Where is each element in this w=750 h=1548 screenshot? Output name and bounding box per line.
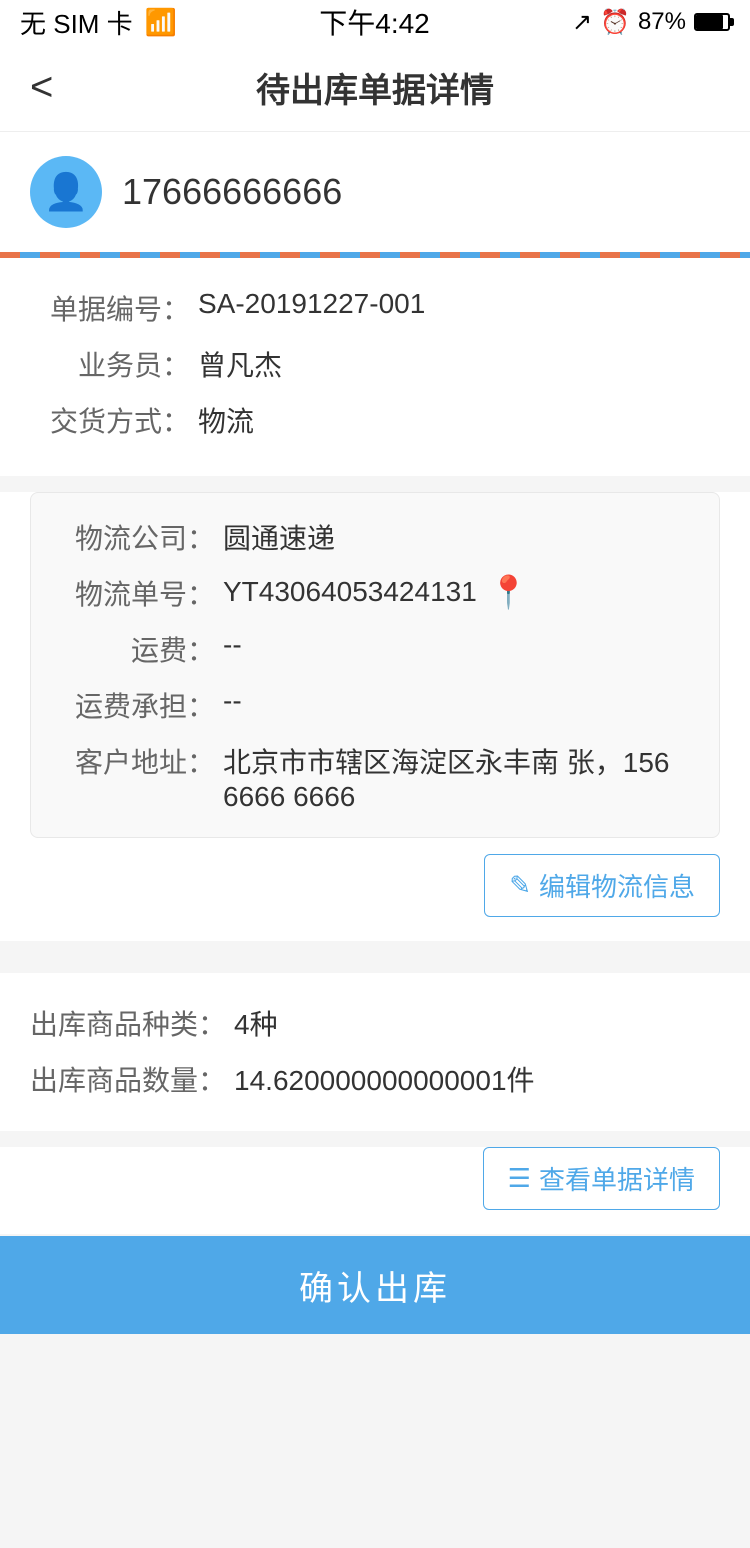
logistics-freight-row: 运费： --	[55, 629, 695, 669]
user-phone: 17666666666	[122, 171, 342, 213]
logistics-company-row: 物流公司： 圆通速递	[55, 517, 695, 557]
avatar: 👤	[30, 156, 102, 228]
document-number-row: 单据编号： SA-20191227-001	[30, 288, 720, 328]
view-detail-row: ☰ 查看单据详情	[0, 1147, 750, 1234]
confirm-label: 确认出库	[299, 1261, 451, 1310]
wifi-icon: 📶	[145, 7, 177, 38]
logistics-tracking-label: 物流单号：	[55, 573, 215, 613]
logistics-freight-bearer-value: --	[223, 685, 695, 717]
content-area: 👤 17666666666 单据编号： SA-20191227-001 业务员：…	[0, 132, 750, 1548]
logistics-freight-bearer-label: 运费承担：	[55, 685, 215, 725]
goods-quantity-label: 出库商品数量：	[30, 1059, 226, 1099]
status-time: 下午4:42	[319, 2, 430, 42]
edit-logistics-label: 编辑物流信息	[539, 867, 695, 904]
document-number-value: SA-20191227-001	[198, 288, 720, 320]
battery-text: 87%	[638, 8, 686, 36]
logistics-freight-label: 运费：	[55, 629, 215, 669]
goods-type-row: 出库商品种类： 4种	[30, 1003, 720, 1043]
view-detail-label: 查看单据详情	[539, 1160, 695, 1197]
goods-quantity-row: 出库商品数量： 14.620000000000001件	[30, 1059, 720, 1099]
basic-info-section: 单据编号： SA-20191227-001 业务员： 曾凡杰 交货方式： 物流	[0, 258, 750, 476]
delivery-method-label: 交货方式：	[30, 400, 190, 440]
carrier-text: 无 SIM 卡	[20, 4, 133, 41]
view-detail-button[interactable]: ☰ 查看单据详情	[483, 1147, 720, 1210]
logistics-freight-value: --	[223, 629, 695, 661]
logistics-address-label: 客户地址：	[55, 741, 215, 781]
map-pin-icon[interactable]: 📍	[489, 573, 529, 611]
delivery-method-value: 物流	[198, 400, 720, 440]
user-section: 👤 17666666666	[0, 132, 750, 252]
logistics-company-value: 圆通速递	[223, 517, 695, 557]
location-icon: ↗	[572, 8, 592, 37]
status-bar: 无 SIM 卡 📶 下午4:42 ↗ ⏰ 87%	[0, 0, 750, 44]
view-detail-icon: ☰	[508, 1163, 531, 1194]
confirm-button[interactable]: 确认出库	[0, 1236, 750, 1334]
logistics-tracking-value: YT43064053424131 📍	[223, 573, 695, 611]
edit-icon: ✎	[509, 870, 531, 901]
logistics-address-row: 客户地址： 北京市市辖区海淀区永丰南 张，156 6666 6666	[55, 741, 695, 813]
logistics-card: 物流公司： 圆通速递 物流单号： YT43064053424131 📍 运费： …	[30, 492, 720, 838]
goods-section: 出库商品种类： 4种 出库商品数量： 14.620000000000001件	[0, 973, 750, 1131]
alarm-icon: ⏰	[600, 8, 630, 37]
edit-logistics-button[interactable]: ✎ 编辑物流信息	[484, 854, 720, 917]
logistics-company-label: 物流公司：	[55, 517, 215, 557]
delivery-method-row: 交货方式： 物流	[30, 400, 720, 440]
page-title: 待出库单据详情	[256, 63, 494, 112]
goods-type-label: 出库商品种类：	[30, 1003, 226, 1043]
status-right: ↗ ⏰ 87%	[572, 8, 730, 37]
battery-icon	[694, 13, 730, 31]
document-number-label: 单据编号：	[30, 288, 190, 328]
goods-quantity-value: 14.620000000000001件	[234, 1059, 535, 1099]
logistics-freight-bearer-row: 运费承担： --	[55, 685, 695, 725]
separator-1	[0, 957, 750, 973]
salesman-label: 业务员：	[30, 344, 190, 384]
edit-logistics-row: ✎ 编辑物流信息	[0, 854, 750, 941]
goods-type-value: 4种	[234, 1003, 278, 1043]
back-button[interactable]: <	[30, 65, 53, 110]
nav-bar: < 待出库单据详情	[0, 44, 750, 132]
logistics-address-value: 北京市市辖区海淀区永丰南 张，156 6666 6666	[223, 741, 695, 813]
logistics-tracking-row: 物流单号： YT43064053424131 📍	[55, 573, 695, 613]
avatar-icon: 👤	[44, 171, 89, 213]
salesman-row: 业务员： 曾凡杰	[30, 344, 720, 384]
logistics-wrapper: 物流公司： 圆通速递 物流单号： YT43064053424131 📍 运费： …	[0, 492, 750, 941]
salesman-value: 曾凡杰	[198, 344, 720, 384]
status-left: 无 SIM 卡 📶	[20, 4, 177, 41]
